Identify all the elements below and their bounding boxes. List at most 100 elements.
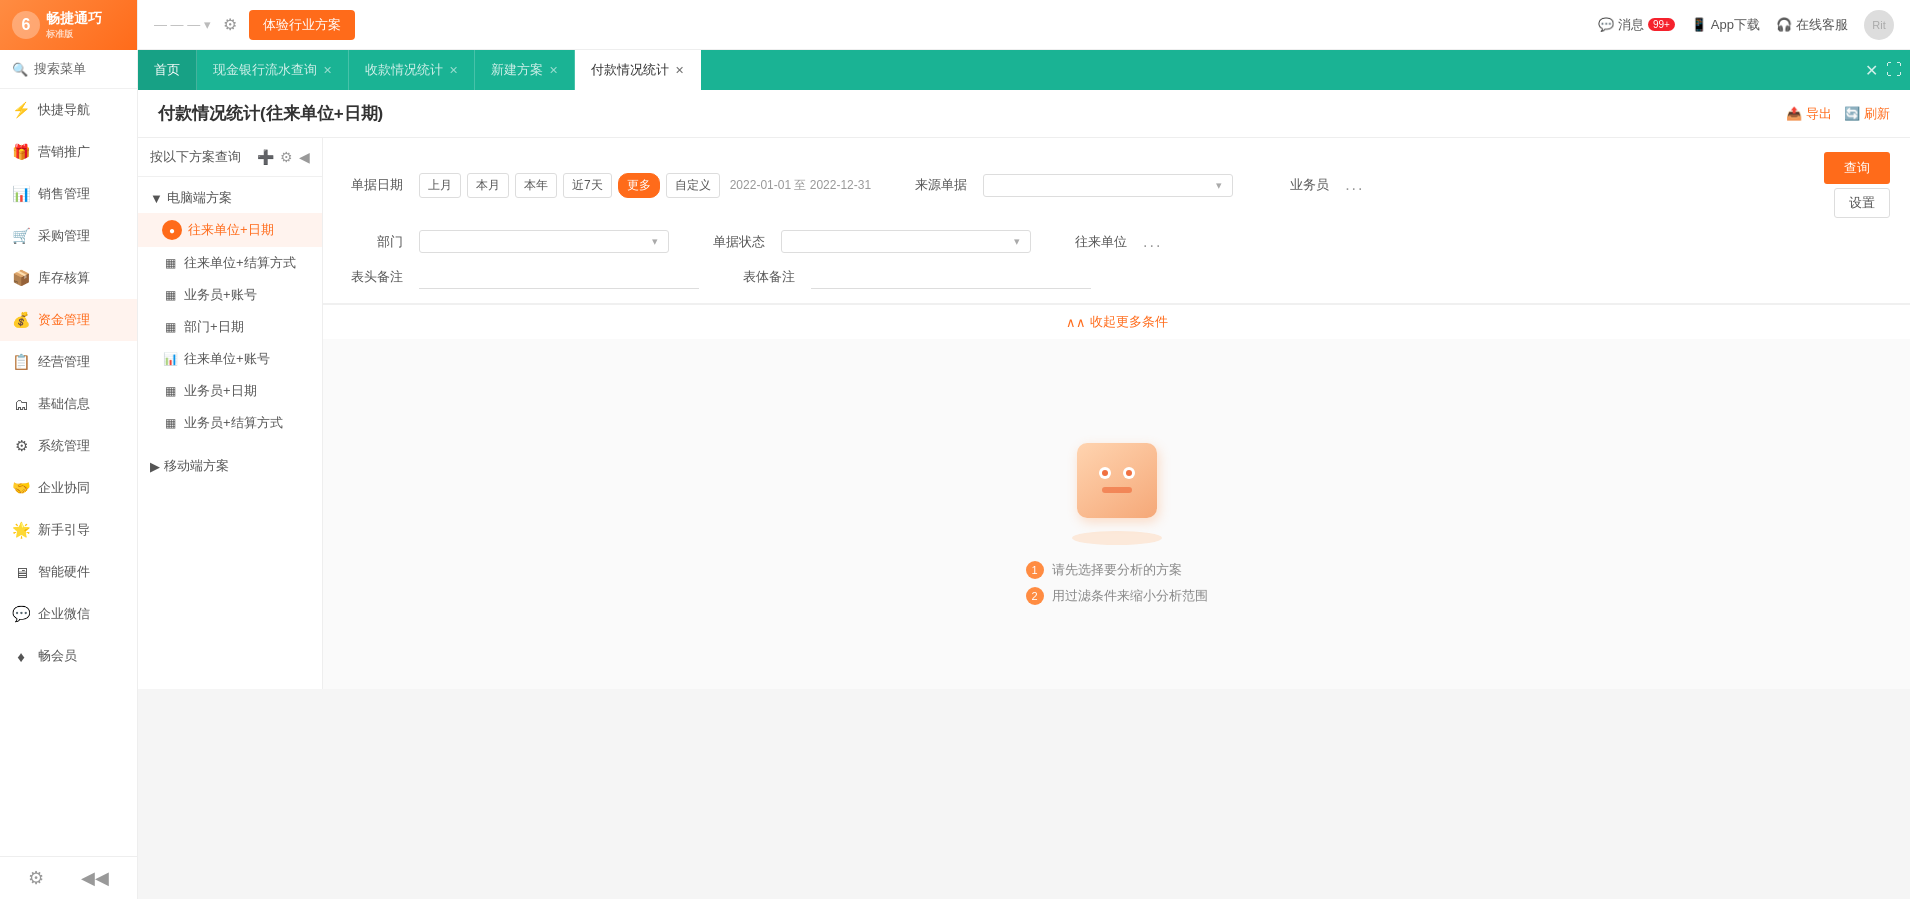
search-label: 搜索菜单 — [34, 60, 86, 78]
tab-close-all-icon[interactable]: ✕ — [1865, 61, 1878, 80]
tab-cashflow-close[interactable]: ✕ — [323, 64, 332, 77]
header-gear-icon[interactable]: ⚙ — [223, 15, 237, 34]
collapse-conditions-btn[interactable]: ∧∧ 收起更多条件 — [323, 304, 1910, 339]
empty-tip-2: 2 用过滤条件来缩小分析范围 — [1026, 587, 1208, 605]
scheme-staff-date[interactable]: ▦ 业务员+日期 — [138, 375, 322, 407]
tab-collection-close[interactable]: ✕ — [449, 64, 458, 77]
mobile-group-title[interactable]: ▶ 移动端方案 — [138, 451, 322, 481]
settings-btn[interactable]: 设置 — [1834, 188, 1890, 218]
data-section: 1 请先选择要分析的方案 2 用过滤条件来缩小分析范围 — [323, 339, 1910, 689]
logo-text: 畅捷通巧 标准版 — [46, 10, 102, 41]
tab-cashflow-label: 现金银行流水查询 — [213, 61, 317, 79]
header-note-input[interactable] — [419, 265, 699, 289]
messages-btn[interactable]: 💬 消息 99+ — [1598, 16, 1675, 34]
refresh-icon: 🔄 — [1844, 106, 1860, 121]
settings-footer-icon[interactable]: ⚙ — [28, 867, 44, 889]
robot-mouth — [1102, 487, 1132, 493]
sidebar-item-corp[interactable]: 🤝 企业协同 — [0, 467, 137, 509]
scheme-unit-account-label: 往来单位+账号 — [184, 350, 270, 368]
sidebar-item-hardware[interactable]: 🖥 智能硬件 — [0, 551, 137, 593]
dept-label: 部门 — [343, 233, 403, 251]
sidebar-item-basic[interactable]: 🗂 基础信息 — [0, 383, 137, 425]
date-btn-this-month[interactable]: 本月 — [467, 173, 509, 198]
date-btn-7days[interactable]: 近7天 — [563, 173, 612, 198]
inventory-label: 库存核算 — [38, 269, 90, 287]
breadcrumb: — — — ▾ — [154, 17, 211, 32]
tab-collection[interactable]: 收款情况统计 ✕ — [349, 50, 475, 90]
sidebar-item-system[interactable]: ⚙ 系统管理 — [0, 425, 137, 467]
breadcrumb-chevron[interactable]: ▾ — [204, 17, 211, 32]
breadcrumb-path: — — — — [154, 17, 200, 32]
unit-dots-btn[interactable]: ... — [1143, 233, 1162, 251]
date-btn-custom[interactable]: 自定义 — [666, 173, 720, 198]
app-download-btn[interactable]: 📱 App下载 — [1691, 16, 1760, 34]
tab-payment-stats-close[interactable]: ✕ — [675, 64, 684, 77]
date-btn-more[interactable]: 更多 — [618, 173, 660, 198]
date-btn-this-year[interactable]: 本年 — [515, 173, 557, 198]
tab-controls: ✕ ⛶ — [1857, 61, 1910, 80]
sidebar-item-wechat[interactable]: 💬 企业微信 — [0, 593, 137, 635]
page-title-bar: 付款情况统计(往来单位+日期) 📤 导出 🔄 刷新 — [138, 90, 1910, 138]
tab-cashflow[interactable]: 现金银行流水查询 ✕ — [197, 50, 349, 90]
sidebar-item-inventory[interactable]: 📦 库存核算 — [0, 257, 137, 299]
mobile-scheme-group: ▶ 移动端方案 — [138, 445, 322, 487]
tab-home[interactable]: 首页 — [138, 50, 197, 90]
basic-icon: 🗂 — [12, 395, 30, 413]
content-layout: 按以下方案查询 ➕ ⚙ ◀ ▼ 电脑端方案 ● 往来单位+日期 — [138, 138, 1910, 689]
tip-text-2: 用过滤条件来缩小分析范围 — [1052, 587, 1208, 605]
export-label: 导出 — [1806, 105, 1832, 123]
sidebar-item-purchase[interactable]: 🛒 采购管理 — [0, 215, 137, 257]
guide-label: 新手引导 — [38, 521, 90, 539]
add-scheme-btn[interactable]: ➕ — [257, 149, 274, 165]
search-menu[interactable]: 🔍 搜索菜单 — [0, 50, 137, 89]
logo-icon: 6 — [12, 11, 40, 39]
status-select[interactable] — [781, 230, 1031, 253]
scheme-collapse-btn[interactable]: ◀ — [299, 149, 310, 165]
scheme-unit-account[interactable]: 📊 往来单位+账号 — [138, 343, 322, 375]
sidebar-item-operation[interactable]: 📋 经营管理 — [0, 341, 137, 383]
sidebar-item-marketing[interactable]: 🎁 营销推广 — [0, 131, 137, 173]
refresh-btn[interactable]: 🔄 刷新 — [1844, 105, 1890, 123]
collapse-label: 收起更多条件 — [1090, 313, 1168, 331]
unit-label: 往来单位 — [1067, 233, 1127, 251]
desktop-scheme-group: ▼ 电脑端方案 ● 往来单位+日期 ▦ 往来单位+结算方式 ▦ 业务员+账号 — [138, 177, 322, 445]
scheme-staff-account[interactable]: ▦ 业务员+账号 — [138, 279, 322, 311]
sidebar-item-guide[interactable]: 🌟 新手引导 — [0, 509, 137, 551]
staff-dots-btn[interactable]: ... — [1345, 176, 1364, 194]
scheme-dept-date[interactable]: ▦ 部门+日期 — [138, 311, 322, 343]
export-btn[interactable]: 📤 导出 — [1786, 105, 1832, 123]
scheme-unit-date[interactable]: ● 往来单位+日期 — [138, 213, 322, 247]
tab-payment-stats[interactable]: 付款情况统计 ✕ — [575, 50, 701, 90]
sidebar-item-member[interactable]: ♦ 畅会员 — [0, 635, 137, 677]
shortcut-icon: ⚡ — [12, 101, 30, 119]
tab-new-scheme[interactable]: 新建方案 ✕ — [475, 50, 575, 90]
filter-section: 单据日期 上月 本月 本年 近7天 更多 自定义 2022-01-01 至 20… — [323, 138, 1910, 339]
inventory-icon: 📦 — [12, 269, 30, 287]
collapse-sidebar-icon[interactable]: ◀◀ — [81, 867, 109, 889]
query-btn[interactable]: 查询 — [1824, 152, 1890, 184]
guide-icon: 🌟 — [12, 521, 30, 539]
trial-btn[interactable]: 体验行业方案 — [249, 10, 355, 40]
corp-icon: 🤝 — [12, 479, 30, 497]
scheme-settings-btn[interactable]: ⚙ — [280, 149, 293, 165]
tab-collection-label: 收款情况统计 — [365, 61, 443, 79]
sidebar-item-capital[interactable]: 💰 资金管理 — [0, 299, 137, 341]
source-select[interactable] — [983, 174, 1233, 197]
scheme-staff-settle[interactable]: ▦ 业务员+结算方式 — [138, 407, 322, 439]
online-service-btn[interactable]: 🎧 在线客服 — [1776, 16, 1848, 34]
scheme-unit-settle[interactable]: ▦ 往来单位+结算方式 — [138, 247, 322, 279]
dept-select[interactable] — [419, 230, 669, 253]
sidebar-item-sales[interactable]: 📊 销售管理 — [0, 173, 137, 215]
body-note-input[interactable] — [811, 265, 1091, 289]
date-btn-last-month[interactable]: 上月 — [419, 173, 461, 198]
user-avatar[interactable]: Rit — [1864, 10, 1894, 40]
left-scheme-panel: 按以下方案查询 ➕ ⚙ ◀ ▼ 电脑端方案 ● 往来单位+日期 — [138, 138, 323, 689]
scheme-staff-date-label: 业务员+日期 — [184, 382, 257, 400]
sidebar-item-shortcut[interactable]: ⚡ 快捷导航 — [0, 89, 137, 131]
tab-new-scheme-close[interactable]: ✕ — [549, 64, 558, 77]
tab-maximize-icon[interactable]: ⛶ — [1886, 61, 1902, 79]
active-dot-icon: ● — [162, 220, 182, 240]
page-title: 付款情况统计(往来单位+日期) — [158, 102, 383, 125]
phone-icon: 📱 — [1691, 17, 1707, 32]
desktop-group-title[interactable]: ▼ 电脑端方案 — [138, 183, 322, 213]
